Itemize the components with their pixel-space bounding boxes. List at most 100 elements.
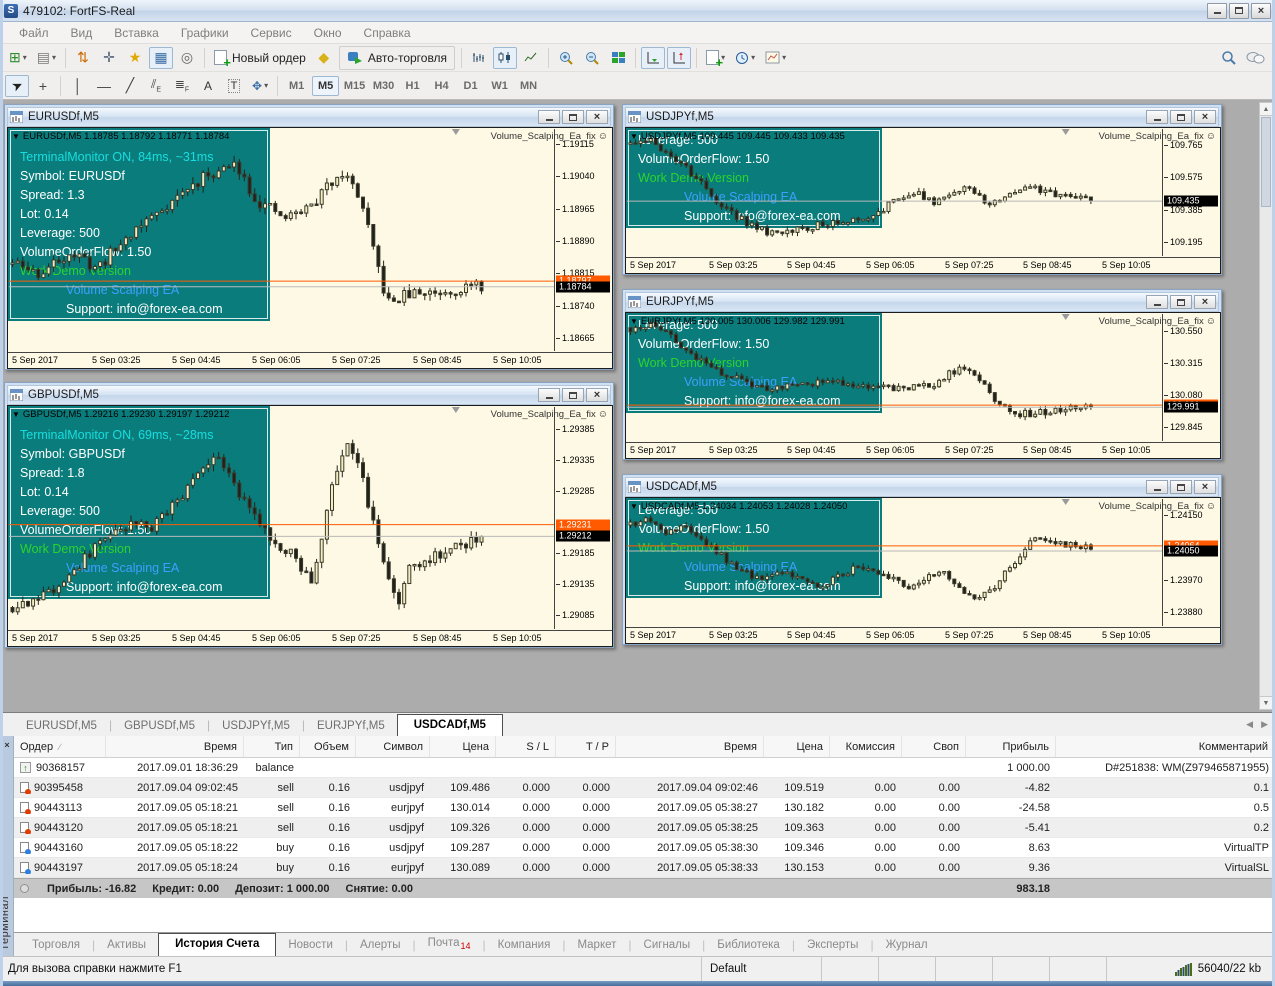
time-axis[interactable]: 5 Sep 2017 5 Sep 03:25 5 Sep 04:45 5 Sep 06… (626, 257, 1220, 273)
menu-item-4[interactable]: Графики (170, 24, 240, 42)
tile-windows-button[interactable] (606, 47, 630, 69)
timeframe-m15[interactable]: M15 (341, 76, 368, 96)
price-axis[interactable]: 1.19115 1.19040 1.18965 1.18890 1.18815 1.187… (554, 129, 612, 351)
chart-minimize-button[interactable] (1146, 480, 1168, 494)
chart-plot[interactable] (627, 129, 1162, 256)
timeframe-w1[interactable]: W1 (486, 76, 513, 96)
table-row[interactable]: 90443197 2017.09.05 05:18:24 buy 0.16 eurjpy… (14, 858, 1275, 878)
chart-close-button[interactable]: × (1194, 480, 1216, 494)
chart-canvas[interactable]: Leverage: 500 VolumeOrderFlow: 1.50 Work D… (625, 312, 1221, 459)
symbol-dropdown-icon[interactable]: ▼ (630, 502, 638, 511)
chart-titlebar[interactable]: EURJPYf,M5 × (625, 292, 1219, 312)
terminal-tab-компания[interactable]: Компания (486, 936, 563, 956)
terminal-tab-журнал[interactable]: Журнал (874, 936, 940, 956)
cursor-tool-button[interactable]: ➤ (5, 74, 29, 97)
chart-titlebar[interactable]: GBPUSDf,M5 × (7, 385, 611, 405)
table-row[interactable]: 90395458 2017.09.04 09:02:45 sell 0.16 usdjp… (14, 778, 1275, 798)
column-header-symbol[interactable]: Символ (356, 736, 430, 757)
chart-minimize-button[interactable] (538, 388, 560, 402)
terminal-tab-почта[interactable]: Почта14 (416, 934, 483, 956)
chart-tab-usdcadfm5[interactable]: USDCADf,M5 (396, 714, 503, 736)
scroll-down-icon[interactable]: ▼ (1260, 696, 1272, 709)
column-header-swap[interactable]: Своп (902, 736, 966, 757)
terminal-tab-новости[interactable]: Новости (276, 936, 345, 956)
column-header-commission[interactable]: Комиссия (830, 736, 902, 757)
titlebar[interactable]: S 479102: FortFS-Real × (0, 0, 1275, 22)
strategy-tester-button[interactable]: ◎ (175, 47, 199, 69)
data-window-button[interactable]: ✛ (97, 47, 121, 69)
terminal-tab-торговля[interactable]: Торговля (20, 936, 92, 956)
chart-close-button[interactable]: × (1194, 295, 1216, 309)
crosshair-tool-button[interactable]: + (31, 75, 55, 97)
terminal-tab-активы[interactable]: Активы (95, 936, 158, 956)
auto-trading-button[interactable]: Авто-торговля (343, 47, 451, 69)
auto-scroll-button[interactable] (641, 46, 666, 69)
symbol-dropdown-icon[interactable]: ▼ (630, 317, 638, 326)
chat-icon[interactable] (1246, 51, 1265, 65)
maximize-button[interactable] (1229, 2, 1249, 19)
time-axis[interactable]: 5 Sep 2017 5 Sep 03:25 5 Sep 04:45 5 Sep 06… (626, 627, 1220, 643)
column-header-order[interactable]: Ордер ∕ (14, 736, 106, 757)
chart-tab-eurusdfm5[interactable]: EURUSDf,M5 (14, 717, 109, 736)
terminal-tab-сигналы[interactable]: Сигналы (632, 936, 703, 956)
table-row[interactable]: ↑ 90368157 2017.09.01 18:36:29 balance 1 000… (14, 758, 1275, 778)
table-row[interactable]: 90443113 2017.09.05 05:18:21 sell 0.16 eurjp… (14, 798, 1275, 818)
timeframe-m1[interactable]: M1 (283, 76, 310, 96)
menu-item-6[interactable]: Окно (303, 24, 353, 42)
column-header-volume[interactable]: Объем (300, 736, 356, 757)
column-header-sl[interactable]: S / L (496, 736, 556, 757)
terminal-tab-историясчета[interactable]: История Счета (158, 933, 277, 956)
column-header-price[interactable]: Цена (430, 736, 496, 757)
price-axis[interactable]: 109.765 109.575 109.385 109.195 109.435 (1162, 129, 1220, 256)
chart-plot[interactable] (627, 314, 1162, 441)
table-row[interactable]: 90443120 2017.09.05 05:18:21 sell 0.16 usdjp… (14, 818, 1275, 838)
timeframe-h4[interactable]: H4 (428, 76, 455, 96)
chart-canvas[interactable]: TerminalMonitor ON, 69ms, ~28ms Symbol: G… (7, 405, 613, 647)
zoom-in-button[interactable] (554, 47, 578, 69)
chart-plot[interactable] (9, 407, 554, 629)
chart-minimize-button[interactable] (538, 110, 560, 124)
time-axis[interactable]: 5 Sep 2017 5 Sep 03:25 5 Sep 04:45 5 Sep 06… (8, 352, 612, 368)
chart-maximize-button[interactable] (1170, 110, 1192, 124)
market-watch-button[interactable]: ⇅ (71, 47, 95, 69)
chart-tab-gbpusdfm5[interactable]: GBPUSDf,M5 (112, 717, 207, 736)
timeframe-m30[interactable]: M30 (370, 76, 397, 96)
column-header-comment[interactable]: Комментарий (1056, 736, 1275, 757)
horizontal-line-button[interactable]: — (92, 75, 116, 97)
symbol-dropdown-icon[interactable]: ▼ (12, 132, 20, 141)
scrollbar-thumb[interactable] (1261, 117, 1271, 207)
column-header-time2[interactable]: Время (616, 736, 764, 757)
price-axis[interactable]: 1.29385 1.29335 1.29285 1.29185 1.29135 1.290… (554, 407, 612, 629)
text-label-button[interactable]: T (222, 75, 246, 97)
menu-item-3[interactable]: Вставка (103, 24, 170, 42)
timeframe-h1[interactable]: H1 (399, 76, 426, 96)
arrows-tool-button[interactable]: ✥ ▾ (248, 75, 272, 97)
timeframe-d1[interactable]: D1 (457, 76, 484, 96)
price-axis[interactable]: 1.241501.239701.238801.240641.24050 (1162, 499, 1220, 626)
menu-item-2[interactable]: Вид (60, 24, 104, 42)
column-header-price2[interactable]: Цена (764, 736, 830, 757)
equidistant-channel-button[interactable]: ⫽E (144, 75, 168, 97)
candle-chart-mode-button[interactable] (493, 46, 518, 69)
chart-canvas[interactable]: Leverage: 500 VolumeOrderFlow: 1.50 Work D… (625, 497, 1221, 644)
chart-tab-usdjpyfm5[interactable]: USDJPYf,M5 (210, 717, 302, 736)
smiley-icon[interactable]: ☺ (1206, 316, 1216, 327)
chart-close-button[interactable]: × (586, 388, 608, 402)
menu-item-5[interactable]: Сервис (240, 24, 303, 42)
chart-tab-eurjpyfm5[interactable]: EURJPYf,M5 (305, 717, 397, 736)
chart-maximize-button[interactable] (562, 388, 584, 402)
trendline-button[interactable]: ╱ (118, 75, 142, 97)
chart-maximize-button[interactable] (1170, 480, 1192, 494)
chart-maximize-button[interactable] (562, 110, 584, 124)
minimize-button[interactable] (1207, 2, 1227, 19)
periods-button[interactable]: ▾ (731, 47, 759, 69)
chart-shift-button[interactable] (667, 46, 692, 69)
chart-close-button[interactable]: × (1194, 110, 1216, 124)
new-chart-button[interactable]: ⊞ ▾ (5, 47, 31, 69)
menu-item-7[interactable]: Справка (353, 24, 422, 42)
column-header-tp[interactable]: T / P (556, 736, 616, 757)
smiley-icon[interactable]: ☺ (598, 409, 608, 420)
fibonacci-button[interactable]: ≣F (170, 75, 194, 97)
timeframe-mn[interactable]: MN (515, 76, 542, 96)
profiles-button[interactable]: ▤ ▾ (33, 47, 60, 69)
